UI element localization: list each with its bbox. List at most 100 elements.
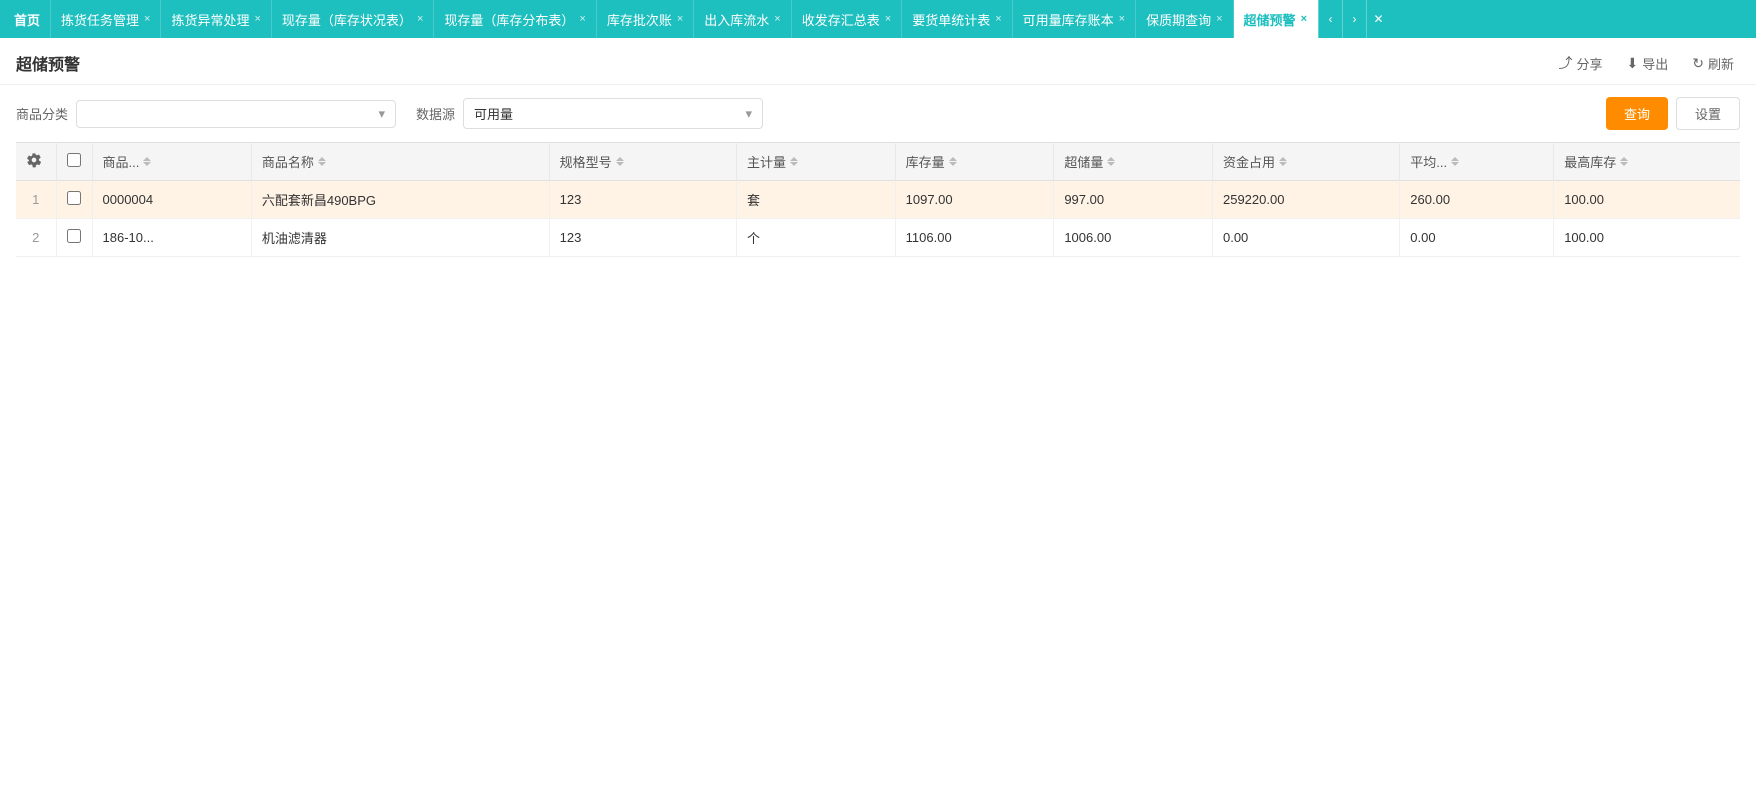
- row-checkbox-2[interactable]: [56, 219, 92, 257]
- th-over-stock[interactable]: 超储量: [1054, 143, 1213, 181]
- row-max-stock-2: 100.00: [1554, 219, 1740, 257]
- sort-icon-name: [318, 157, 326, 166]
- category-select[interactable]: ▾: [76, 100, 396, 128]
- sort-icon-stock: [949, 157, 957, 166]
- row-num-2: 2: [16, 219, 56, 257]
- page-header: 超储预警 ⤴ 分享 ⬇ 导出 ↻ 刷新: [0, 38, 1756, 85]
- nav-tab-10[interactable]: 保质期查询 ×: [1136, 0, 1233, 38]
- nav-tab-3[interactable]: 现存量（库存状况表） ×: [272, 0, 434, 38]
- close-tab-2[interactable]: ×: [254, 14, 260, 25]
- nav-tab-11[interactable]: 超储预警 ×: [1234, 0, 1318, 38]
- settings-button[interactable]: 设置: [1676, 97, 1740, 130]
- th-max-stock[interactable]: 最高库存: [1554, 143, 1740, 181]
- close-tab-5[interactable]: ×: [677, 14, 683, 25]
- category-value: [87, 106, 91, 121]
- th-unit[interactable]: 主计量: [736, 143, 895, 181]
- row-code-2: 186-10...: [92, 219, 251, 257]
- table-body: 1 0000004 六配套新昌490BPG 123 套 1097.00 997.…: [16, 181, 1740, 257]
- th-spec[interactable]: 规格型号: [549, 143, 736, 181]
- datasource-value: 可用量: [474, 104, 513, 123]
- export-button[interactable]: ⬇ 导出: [1621, 51, 1675, 76]
- row-checkbox-1[interactable]: [56, 181, 92, 219]
- row-over-stock-2: 1006.00: [1054, 219, 1213, 257]
- row-select-checkbox-1[interactable]: [67, 191, 81, 205]
- sort-icon-unit: [790, 157, 798, 166]
- th-gear[interactable]: [16, 143, 56, 181]
- datasource-select[interactable]: 可用量 ▾: [463, 98, 763, 129]
- th-product-name[interactable]: 商品名称: [251, 143, 549, 181]
- close-tab-1[interactable]: ×: [144, 14, 150, 25]
- row-unit-1: 套: [736, 181, 895, 219]
- table-row: 2 186-10... 机油滤清器 123 个 1106.00 1006.00 …: [16, 219, 1740, 257]
- share-icon: ⤴: [1558, 53, 1572, 73]
- table-wrapper: 商品... 商品名称: [0, 142, 1756, 257]
- filter-datasource: 数据源 可用量 ▾: [416, 98, 763, 129]
- nav-tab-7[interactable]: 收发存汇总表 ×: [792, 0, 902, 38]
- row-spec-2: 123: [549, 219, 736, 257]
- sort-icon-spec: [616, 157, 624, 166]
- row-avg-1: 260.00: [1400, 181, 1554, 219]
- close-tab-7[interactable]: ×: [885, 14, 891, 25]
- chevron-down-icon-2: ▾: [746, 106, 753, 122]
- gear-icon[interactable]: [26, 152, 42, 168]
- th-checkbox: [56, 143, 92, 181]
- row-spec-1: 123: [549, 181, 736, 219]
- data-table: 商品... 商品名称: [16, 142, 1740, 257]
- nav-tab-2[interactable]: 拣货异常处理 ×: [161, 0, 271, 38]
- share-button[interactable]: ⤴ 分享: [1552, 50, 1608, 76]
- sort-icon-over-stock: [1107, 157, 1115, 166]
- sort-icon-code: [143, 157, 151, 166]
- page-actions: ⤴ 分享 ⬇ 导出 ↻ 刷新: [1552, 50, 1740, 76]
- row-stock-2: 1106.00: [895, 219, 1054, 257]
- row-name-2: 机油滤清器: [251, 219, 549, 257]
- nav-tab-home[interactable]: 首页: [4, 0, 51, 38]
- select-all-checkbox[interactable]: [67, 153, 81, 167]
- filter-category: 商品分类 ▾: [16, 100, 396, 128]
- close-tab-3[interactable]: ×: [417, 14, 423, 25]
- nav-next-button[interactable]: ›: [1342, 0, 1366, 38]
- row-stock-1: 1097.00: [895, 181, 1054, 219]
- category-label: 商品分类: [16, 104, 68, 123]
- datasource-label: 数据源: [416, 104, 455, 123]
- sort-icon-max-stock: [1620, 157, 1628, 166]
- nav-prev-button[interactable]: ‹: [1318, 0, 1342, 38]
- row-num-1: 1: [16, 181, 56, 219]
- refresh-button[interactable]: ↻ 刷新: [1686, 51, 1740, 76]
- close-tab-6[interactable]: ×: [774, 14, 780, 25]
- th-capital[interactable]: 资金占用: [1212, 143, 1399, 181]
- th-product-code[interactable]: 商品...: [92, 143, 251, 181]
- filter-row: 商品分类 ▾ 数据源 可用量 ▾ 查询 设置: [0, 85, 1756, 142]
- row-unit-2: 个: [736, 219, 895, 257]
- export-icon: ⬇: [1627, 55, 1639, 72]
- th-avg[interactable]: 平均...: [1400, 143, 1554, 181]
- nav-close-button[interactable]: ✕: [1366, 0, 1390, 38]
- nav-tab-1[interactable]: 拣货任务管理 ×: [51, 0, 161, 38]
- top-nav: 首页 拣货任务管理 × 拣货异常处理 × 现存量（库存状况表） × 现存量（库存…: [0, 0, 1756, 38]
- close-tab-11[interactable]: ×: [1301, 14, 1307, 25]
- row-select-checkbox-2[interactable]: [67, 229, 81, 243]
- row-capital-1: 259220.00: [1212, 181, 1399, 219]
- nav-tab-8[interactable]: 要货单统计表 ×: [902, 0, 1012, 38]
- chevron-down-icon: ▾: [378, 106, 385, 122]
- query-button[interactable]: 查询: [1606, 97, 1668, 130]
- page-title: 超储预警: [16, 51, 80, 75]
- th-stock[interactable]: 库存量: [895, 143, 1054, 181]
- sort-icon-capital: [1279, 157, 1287, 166]
- row-max-stock-1: 100.00: [1554, 181, 1740, 219]
- close-tab-8[interactable]: ×: [995, 14, 1001, 25]
- nav-tab-9[interactable]: 可用量库存账本 ×: [1013, 0, 1136, 38]
- nav-tab-5[interactable]: 库存批次账 ×: [597, 0, 694, 38]
- close-tab-9[interactable]: ×: [1119, 14, 1125, 25]
- close-tab-4[interactable]: ×: [579, 14, 585, 25]
- nav-tab-6[interactable]: 出入库流水 ×: [694, 0, 791, 38]
- row-avg-2: 0.00: [1400, 219, 1554, 257]
- row-over-stock-1: 997.00: [1054, 181, 1213, 219]
- row-capital-2: 0.00: [1212, 219, 1399, 257]
- table-header-row: 商品... 商品名称: [16, 143, 1740, 181]
- filter-buttons: 查询 设置: [1606, 97, 1740, 130]
- sort-icon-avg: [1451, 157, 1459, 166]
- page-container: 超储预警 ⤴ 分享 ⬇ 导出 ↻ 刷新 商品分类 ▾ 数据源: [0, 38, 1756, 800]
- nav-tab-4[interactable]: 现存量（库存分布表） ×: [434, 0, 596, 38]
- row-code-1: 0000004: [92, 181, 251, 219]
- close-tab-10[interactable]: ×: [1216, 14, 1222, 25]
